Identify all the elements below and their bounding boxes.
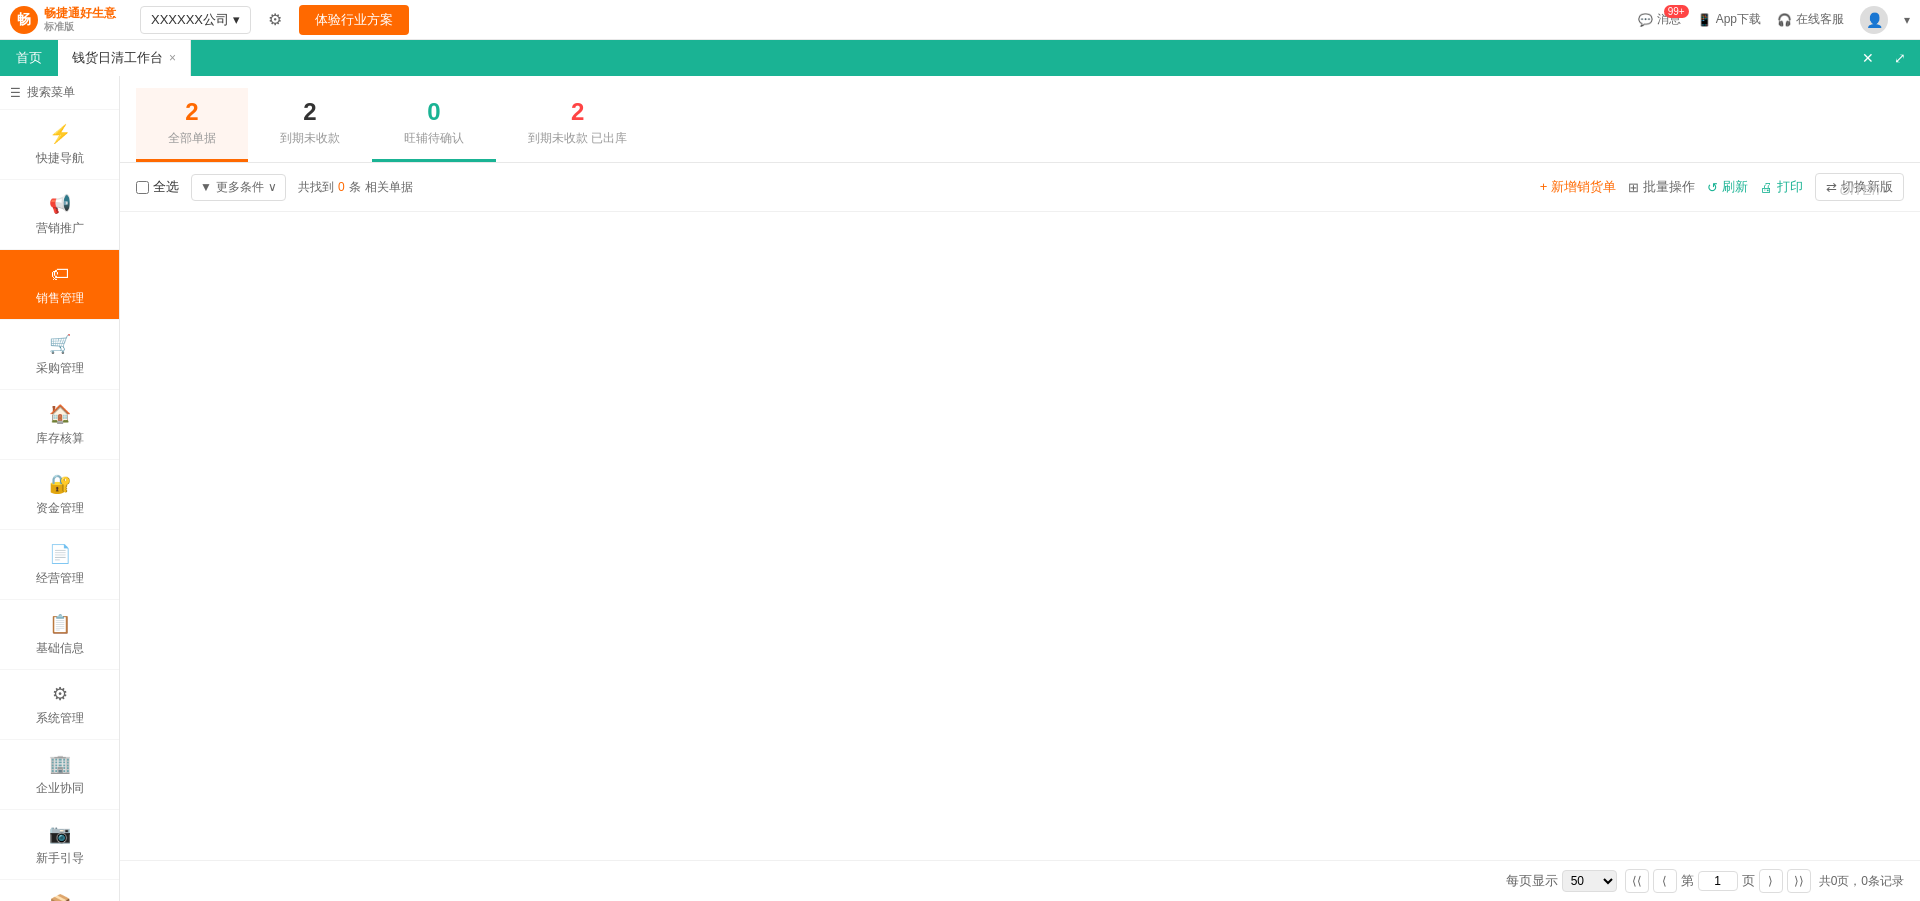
message-badge: 99+ <box>1664 5 1689 18</box>
chevron-down-icon: ▾ <box>1904 13 1910 27</box>
pagination: 每页显示 20 50 100 200 ⟨⟨ ⟨ 第 页 ⟩ ⟩⟩ 共0页，0条记… <box>120 860 1920 901</box>
tab-controls: ✕ ⤢ <box>1856 46 1920 70</box>
chevron-down-icon: ∨ <box>268 180 277 194</box>
sidebar-item-operation[interactable]: 📄 经营管理 <box>0 530 119 600</box>
sidebar-search[interactable]: ☰ 搜索菜单 <box>0 76 119 110</box>
tab-bar: 首页 钱货日清工作台 × ✕ ⤢ <box>0 40 1920 76</box>
app-center-icon: 📦 <box>48 892 72 901</box>
sidebar-item-basic-info[interactable]: 📋 基础信息 <box>0 600 119 670</box>
print-button[interactable]: 🖨 打印 <box>1760 178 1803 196</box>
page-size-selector: 每页显示 20 50 100 200 <box>1506 870 1617 892</box>
sidebar-item-guide[interactable]: 📷 新手引导 <box>0 810 119 880</box>
logo-text: 畅捷通好生意 标准版 <box>44 6 116 32</box>
tab-close-button[interactable]: ✕ <box>1856 46 1880 70</box>
stat-label-out: 到期未收款 已出库 <box>528 130 627 147</box>
settings-button[interactable]: ⚙ <box>259 4 291 36</box>
refresh-icon: ↺ <box>1707 180 1718 195</box>
sidebar-item-enterprise[interactable]: 🏢 企业协同 <box>0 740 119 810</box>
logo-area: 畅 畅捷通好生意 标准版 <box>10 6 130 34</box>
stat-label-all: 全部单据 <box>168 130 216 147</box>
stats-tabs: 2 全部单据 2 到期未收款 0 旺辅待确认 2 到期未收款 已出库 <box>120 76 1920 163</box>
lightning-icon: ⚡ <box>48 122 72 146</box>
message-icon: 💬 <box>1638 13 1653 27</box>
finance-icon: 🔐 <box>48 472 72 496</box>
top-header: 畅 畅捷通好生意 标准版 XXXXXX公司 ▾ ⚙ 体验行业方案 💬 消息 99… <box>0 0 1920 40</box>
sidebar-item-inventory[interactable]: 🏠 库存核算 <box>0 390 119 460</box>
switch-version-button[interactable]: ⇄ 切换新版 <box>1815 173 1904 201</box>
page-nav: ⟨⟨ ⟨ 第 页 ⟩ ⟩⟩ <box>1625 869 1811 893</box>
sidebar-item-marketing[interactable]: 📢 营销推广 <box>0 180 119 250</box>
stat-label-pending: 旺辅待确认 <box>404 130 464 147</box>
add-sales-order-button[interactable]: + 新增销货单 <box>1540 178 1616 196</box>
checkbox-input[interactable] <box>136 181 149 194</box>
guide-icon: 📷 <box>48 822 72 846</box>
app-download-button[interactable]: 📱 App下载 <box>1697 11 1761 28</box>
purchase-icon: 🛒 <box>48 332 72 356</box>
stat-num-out: 2 <box>571 98 584 126</box>
basic-info-icon: 📋 <box>48 612 72 636</box>
stat-label-overdue: 到期未收款 <box>280 130 340 147</box>
main-content <box>120 212 1920 860</box>
toolbar: 全选 ▼ 更多条件 ∨ 共找到 0 条 相关单据 + 新增销货单 ⊞ 批量操作 <box>120 163 1920 212</box>
operation-icon: 📄 <box>48 542 72 566</box>
stat-tab-out[interactable]: 2 到期未收款 已出库 <box>496 88 659 162</box>
search-icon: ☰ <box>10 86 21 100</box>
stat-num-all: 2 <box>185 98 198 126</box>
tab-home[interactable]: 首页 <box>0 40 58 76</box>
stat-num-pending: 0 <box>427 98 440 126</box>
stat-num-overdue: 2 <box>303 98 316 126</box>
user-menu[interactable]: ▾ <box>1904 13 1910 27</box>
stat-tab-pending[interactable]: 0 旺辅待确认 <box>372 88 496 162</box>
trial-button[interactable]: 体验行业方案 <box>299 5 409 35</box>
tab-close-icon[interactable]: × <box>169 51 176 65</box>
sidebar-item-system[interactable]: ⚙ 系统管理 <box>0 670 119 740</box>
page-last-button[interactable]: ⟩⟩ <box>1787 869 1811 893</box>
gear-icon: ⚙ <box>268 10 282 29</box>
found-info: 共找到 0 条 相关单据 <box>298 179 413 196</box>
system-icon: ⚙ <box>48 682 72 706</box>
filter-icon: ▼ <box>200 180 212 194</box>
sidebar-item-quick-nav[interactable]: ⚡ 快捷导航 <box>0 110 119 180</box>
toolbar-right: + 新增销货单 ⊞ 批量操作 ↺ 刷新 🖨 打印 ⇄ 切换新版 <box>1540 173 1904 201</box>
content-area: 2 全部单据 2 到期未收款 0 旺辅待确认 2 到期未收款 已出库 全选 <box>120 76 1920 901</box>
sidebar-item-purchase[interactable]: 🛒 采购管理 <box>0 320 119 390</box>
filter-button[interactable]: ▼ 更多条件 ∨ <box>191 174 286 201</box>
marketing-icon: 📢 <box>48 192 72 216</box>
tab-qianhuoricin[interactable]: 钱货日清工作台 × <box>58 40 191 76</box>
select-all-checkbox[interactable]: 全选 <box>136 178 179 196</box>
main-layout: ☰ 搜索菜单 ⚡ 快捷导航 📢 营销推广 🏷 销售管理 🛒 采购管理 🏠 库存核… <box>0 76 1920 901</box>
sales-icon: 🏷 <box>48 262 72 286</box>
sidebar-item-sales[interactable]: 🏷 销售管理 <box>0 250 119 320</box>
avatar[interactable]: 👤 <box>1860 6 1888 34</box>
chevron-down-icon: ▾ <box>233 12 240 27</box>
page-prev-button[interactable]: ⟨ <box>1653 869 1677 893</box>
switch-icon: ⇄ <box>1826 180 1837 195</box>
enterprise-icon: 🏢 <box>48 752 72 776</box>
sidebar-item-app-center[interactable]: 📦 应用中心 <box>0 880 119 901</box>
download-icon: 📱 <box>1697 13 1712 27</box>
online-service-button[interactable]: 🎧 在线客服 <box>1777 11 1844 28</box>
tab-expand-button[interactable]: ⤢ <box>1888 46 1912 70</box>
company-selector[interactable]: XXXXXX公司 ▾ <box>140 6 251 34</box>
batch-operation-button[interactable]: ⊞ 批量操作 <box>1628 178 1695 196</box>
page-total: 共0页，0条记录 <box>1819 873 1904 890</box>
stat-tab-all[interactable]: 2 全部单据 <box>136 88 248 162</box>
message-button[interactable]: 💬 消息 99+ <box>1638 11 1681 28</box>
inventory-icon: 🏠 <box>48 402 72 426</box>
service-icon: 🎧 <box>1777 13 1792 27</box>
sidebar-item-finance[interactable]: 🔐 资金管理 <box>0 460 119 530</box>
print-icon: 🖨 <box>1760 180 1773 195</box>
refresh-button[interactable]: ↺ 刷新 <box>1707 178 1748 196</box>
found-count: 0 <box>338 180 345 194</box>
stat-tab-overdue[interactable]: 2 到期未收款 <box>248 88 372 162</box>
header-right: 💬 消息 99+ 📱 App下载 🎧 在线客服 👤 ▾ <box>1638 6 1910 34</box>
page-size-select[interactable]: 20 50 100 200 <box>1562 870 1617 892</box>
page-first-button[interactable]: ⟨⟨ <box>1625 869 1649 893</box>
page-next-button[interactable]: ⟩ <box>1759 869 1783 893</box>
sidebar: ☰ 搜索菜单 ⚡ 快捷导航 📢 营销推广 🏷 销售管理 🛒 采购管理 🏠 库存核… <box>0 76 120 901</box>
logo-icon: 畅 <box>10 6 38 34</box>
page-number-input[interactable] <box>1698 871 1738 891</box>
batch-icon: ⊞ <box>1628 180 1639 195</box>
user-icon: 👤 <box>1866 12 1883 28</box>
